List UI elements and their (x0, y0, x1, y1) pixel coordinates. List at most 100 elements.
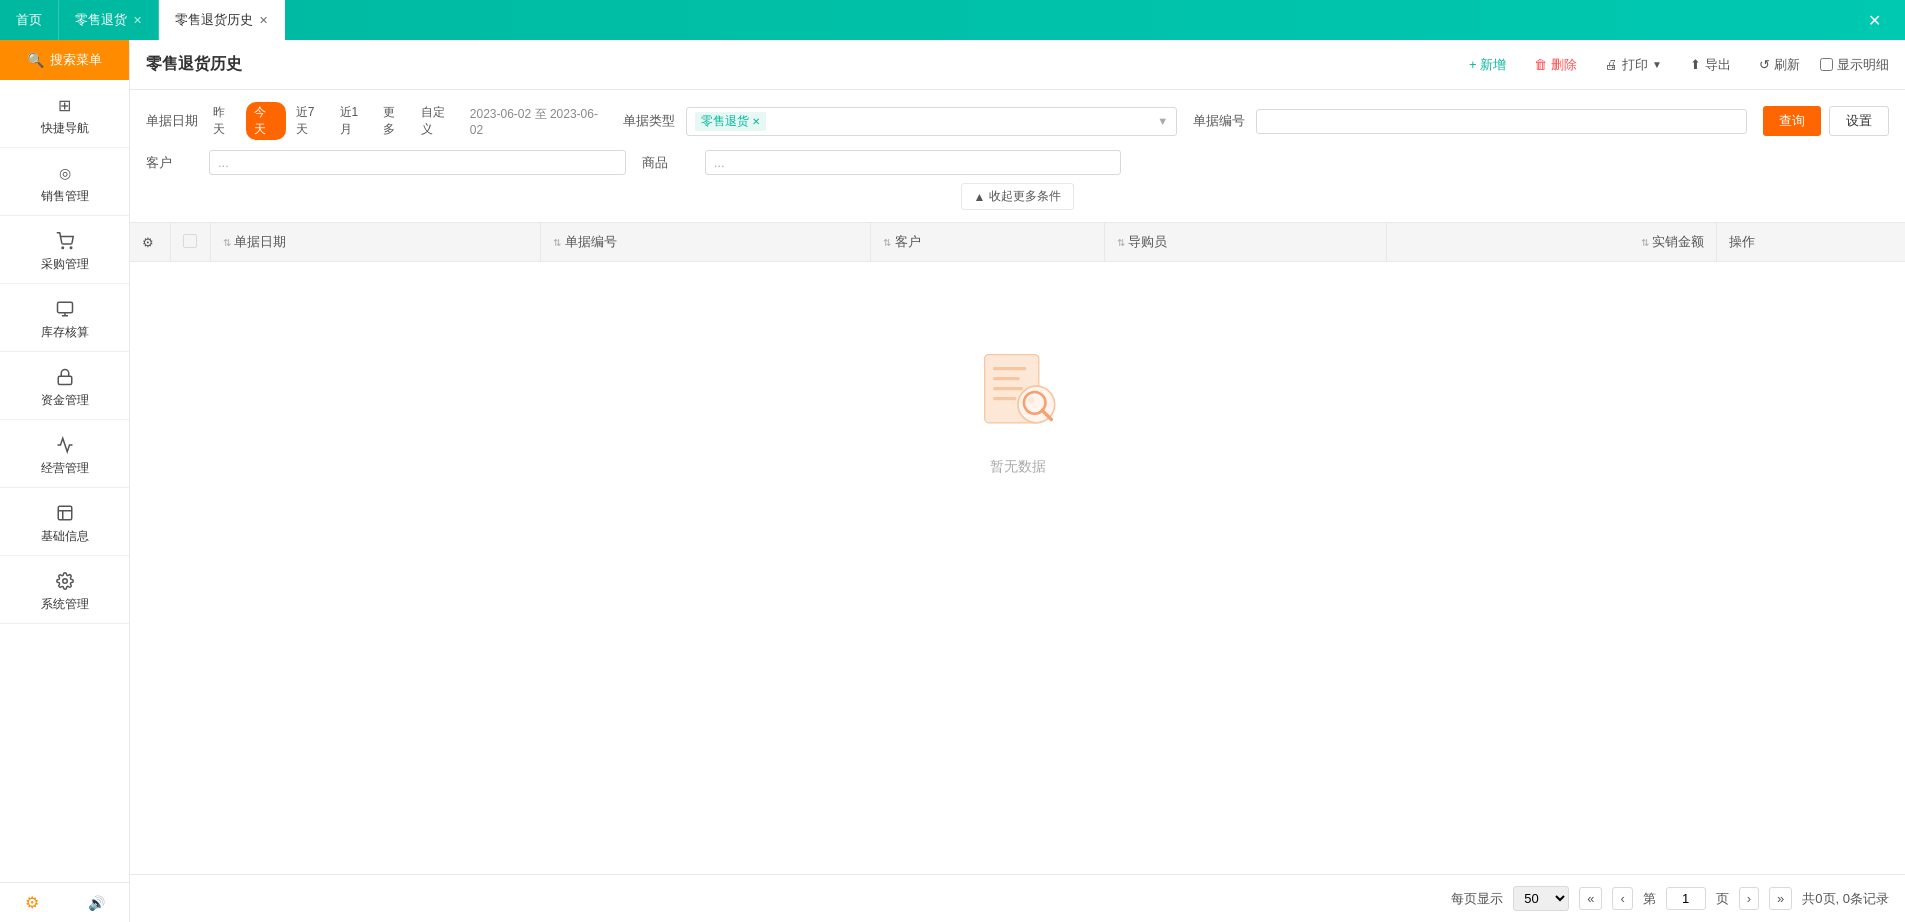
svg-point-9 (62, 579, 67, 584)
settings-col-icon: ⚙ (142, 235, 154, 250)
sidebar-item-basic-info[interactable]: 基础信息 (0, 488, 129, 556)
empty-state-text: 暂无数据 (990, 458, 1046, 476)
sales-mgmt-icon: ◎ (54, 162, 76, 184)
tab-retail-return-history-close[interactable]: ✕ (259, 14, 268, 27)
sidebar-item-system-mgmt[interactable]: 系统管理 (0, 556, 129, 624)
customer-input[interactable]: ... (209, 150, 626, 175)
total-records-label: 共0页, 0条记录 (1802, 890, 1889, 908)
sidebar-item-inventory[interactable]: 库存核算 (0, 284, 129, 352)
tab-retail-return-history[interactable]: 零售退货历史 ✕ (159, 0, 285, 40)
goods-label: 商品 (642, 154, 697, 172)
collapse-up-icon: ▲ (974, 190, 986, 204)
prev-page-button[interactable]: ‹ (1612, 887, 1632, 910)
date-option-more[interactable]: 更多 (379, 102, 410, 140)
window-close-button[interactable]: ✕ (1860, 11, 1889, 30)
delete-button[interactable]: 🗑 删除 (1526, 52, 1585, 78)
sidebar-search-label: 搜索菜单 (50, 51, 102, 69)
date-range-display: 2023-06-02 至 2023-06-02 (470, 106, 608, 137)
print-button[interactable]: 🖨 打印 ▼ (1597, 52, 1670, 78)
sidebar-item-quick-nav-label: 快捷导航 (41, 120, 89, 137)
display-switch-checkbox[interactable] (1820, 58, 1833, 71)
date-option-yesterday[interactable]: 昨天 (209, 102, 240, 140)
filter-date-item: 单据日期 昨天 今天 近7天 近1月 更多 自定义 2023-06-02 至 2… (146, 102, 607, 140)
svg-rect-2 (57, 302, 72, 313)
voucher-type-value: 零售退货 (701, 113, 749, 130)
add-button[interactable]: + 新增 (1461, 52, 1514, 78)
select-all-checkbox[interactable] (183, 234, 197, 248)
tab-home-label: 首页 (16, 11, 42, 29)
query-button[interactable]: 查询 (1763, 106, 1821, 136)
top-bar: 首页 零售退货 ✕ 零售退货历史 ✕ ✕ (0, 0, 1905, 40)
delete-icon: 🗑 (1534, 57, 1547, 72)
sidebar-item-finance[interactable]: 资金管理 (0, 352, 129, 420)
export-button[interactable]: ⬆ 导出 (1682, 52, 1739, 78)
svg-point-1 (70, 247, 72, 249)
sidebar-item-operations-label: 经营管理 (41, 460, 89, 477)
th-voucher-no: ⇅ 单据编号 (540, 223, 870, 262)
first-page-button[interactable]: « (1579, 887, 1602, 910)
refresh-button[interactable]: ↺ 刷新 (1751, 52, 1808, 78)
filter-voucher-type-item: 单据类型 零售退货 ✕ ▼ (623, 107, 1177, 136)
sidebar-search[interactable]: 🔍 搜索菜单 (0, 40, 129, 80)
goods-input[interactable]: ... (705, 150, 1122, 175)
date-option-7days[interactable]: 近7天 (292, 102, 330, 140)
date-option-today[interactable]: 今天 (246, 102, 285, 140)
filter-area: 单据日期 昨天 今天 近7天 近1月 更多 自定义 2023-06-02 至 2… (130, 90, 1905, 223)
voucher-type-clear[interactable]: ✕ (752, 116, 760, 127)
settings-bottom-btn[interactable]: ⚙ (25, 893, 39, 912)
sidebar-item-operations[interactable]: 经营管理 (0, 420, 129, 488)
sidebar-item-quick-nav[interactable]: ⊞ 快捷导航 (0, 80, 129, 148)
th-operation-label: 操作 (1729, 234, 1755, 249)
operations-icon (54, 434, 76, 456)
empty-state-row: 暂无数据 (130, 262, 1905, 557)
page-header: 零售退货历史 + 新增 🗑 删除 🖨 打印 ▼ ⬆ 导出 (130, 40, 1905, 90)
sort-amount-icon[interactable]: ⇅ (1641, 237, 1649, 248)
volume-bottom-btn[interactable]: 🔊 (88, 895, 105, 911)
tab-home[interactable]: 首页 (0, 0, 59, 40)
tab-retail-return-close[interactable]: ✕ (133, 14, 142, 27)
svg-rect-14 (993, 397, 1016, 400)
page-size-label: 每页显示 (1451, 890, 1503, 908)
collapse-button[interactable]: ▲ 收起更多条件 (961, 183, 1075, 210)
th-actual-amount: ⇅ 实销金额 (1386, 223, 1716, 262)
table-head: ⚙ ⇅ 单据日期 ⇅ 单据编号 (130, 223, 1905, 262)
svg-rect-6 (58, 506, 72, 520)
tab-retail-return[interactable]: 零售退货 ✕ (59, 0, 159, 40)
th-checkbox[interactable] (170, 223, 210, 262)
next-page-button[interactable]: › (1739, 887, 1759, 910)
th-voucher-no-label: 单据编号 (565, 234, 617, 249)
th-settings[interactable]: ⚙ (130, 223, 170, 262)
voucher-type-select[interactable]: 零售退货 ✕ ▼ (686, 107, 1177, 136)
sidebar-item-sales-mgmt[interactable]: ◎ 销售管理 (0, 148, 129, 216)
empty-state: 暂无数据 (130, 262, 1905, 556)
collapse-area: ▲ 收起更多条件 (146, 179, 1889, 210)
sort-guide-icon[interactable]: ⇅ (1117, 237, 1125, 248)
display-switch[interactable]: 显示明细 (1820, 56, 1889, 74)
pagination-bar: 每页显示 50 20 100 « ‹ 第 页 › » 共0页, 0条记录 (130, 874, 1905, 922)
print-label: 打印 (1622, 56, 1648, 74)
content-area: 零售退货历史 + 新增 🗑 删除 🖨 打印 ▼ ⬆ 导出 (130, 40, 1905, 922)
th-operation: 操作 (1717, 223, 1905, 262)
empty-state-cell: 暂无数据 (130, 262, 1905, 557)
svg-point-0 (62, 247, 64, 249)
sort-voucher-no-icon[interactable]: ⇅ (553, 237, 561, 248)
date-option-1month[interactable]: 近1月 (336, 102, 374, 140)
last-page-button[interactable]: » (1769, 887, 1792, 910)
empty-state-icon (968, 342, 1068, 442)
inventory-icon (54, 298, 76, 320)
settings-button[interactable]: 设置 (1829, 106, 1889, 136)
sort-customer-icon[interactable]: ⇅ (883, 237, 891, 248)
voucher-no-input[interactable] (1256, 109, 1747, 134)
page-number-input[interactable] (1666, 887, 1706, 910)
sidebar-item-purchase-mgmt[interactable]: 采购管理 (0, 216, 129, 284)
voucher-type-tag: 零售退货 ✕ (695, 112, 766, 131)
filter-goods-item: 商品 ... (642, 150, 1122, 175)
svg-rect-12 (993, 377, 1020, 380)
filter-customer-item: 客户 ... (146, 150, 626, 175)
svg-rect-5 (58, 376, 72, 384)
date-option-custom[interactable]: 自定义 (417, 102, 460, 140)
delete-label: 删除 (1551, 56, 1577, 74)
voucher-type-tag-wrap: 零售退货 ✕ (695, 112, 766, 131)
sort-date-icon[interactable]: ⇅ (223, 237, 231, 248)
page-size-select[interactable]: 50 20 100 (1513, 886, 1569, 911)
